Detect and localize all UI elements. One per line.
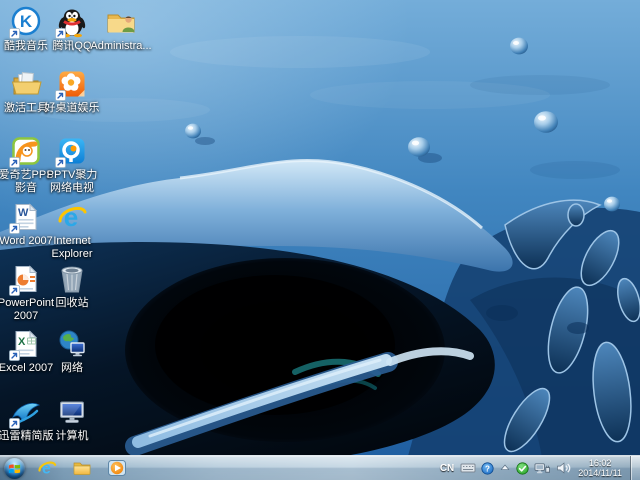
system-tray: CN ? [439,456,640,480]
taskbar-button-internet-explorer[interactable]: e [34,457,60,479]
folder-icon [72,458,92,478]
shortcut-arrow-icon [55,28,66,39]
icon-label: Internet Explorer [40,235,104,261]
svg-text:W: W [18,207,29,219]
taskbar-button-windows-explorer[interactable] [69,457,95,479]
internet-explorer-icon: e [56,201,88,233]
start-button[interactable] [4,458,25,479]
taskbar: e CN [0,455,640,480]
clock-date: 2014/11/11 [578,468,622,478]
show-desktop-button[interactable] [630,456,640,480]
clock-time: 16:02 [578,458,622,468]
folder-icon [10,68,42,100]
windows-flag-icon [7,461,22,476]
icon-label: 好桌道娱乐 [40,102,104,115]
icon-label: 回收站 [40,297,104,310]
show-hidden-icons-arrow[interactable] [499,462,511,474]
user-folder-icon [105,6,137,38]
clock[interactable]: 16:02 2014/11/11 [578,458,622,478]
network-globe-icon [56,328,88,360]
desktop-icon-computer[interactable]: 计算机 [40,396,104,443]
recycle-bin-icon [56,263,88,295]
speaker-volume-icon[interactable] [556,461,571,475]
svg-text:e: e [64,202,78,232]
desktop-icon-recycle-bin[interactable]: 回收站 [40,263,104,310]
shortcut-arrow-icon [55,157,66,168]
internet-explorer-icon: e [37,458,57,478]
windows7-desktop: K 酷我音乐 腾讯QQ Administra... [0,0,640,480]
shortcut-arrow-icon [9,350,20,361]
svg-text:K: K [20,12,33,31]
keyboard-icon[interactable] [460,460,476,476]
network-status-icon[interactable] [534,461,551,476]
icon-label: 计算机 [40,430,104,443]
shortcut-arrow-icon [9,223,20,234]
svg-text:?: ? [485,464,490,473]
icon-label: Administra... [89,40,153,53]
desktop-icon-administrator-folder[interactable]: Administra... [89,6,153,53]
security-check-icon[interactable] [516,462,529,475]
shortcut-arrow-icon [9,418,20,429]
desktop-icon-internet-explorer[interactable]: e Internet Explorer [40,201,104,261]
shortcut-arrow-icon [9,285,20,296]
ime-language-indicator[interactable]: CN [439,463,455,474]
help-question-icon[interactable]: ? [481,462,494,475]
media-player-icon [107,458,127,478]
desktop-icon-pptv[interactable]: PPTV聚力 网络电视 [40,135,104,195]
icon-label: 网络 [40,362,104,375]
shortcut-arrow-icon [9,157,20,168]
desktop-icon-haozhuodao[interactable]: 好桌道娱乐 [40,68,104,115]
computer-monitor-icon [56,396,88,428]
desktop-icon-network[interactable]: 网络 [40,328,104,375]
shortcut-arrow-icon [9,28,20,39]
icon-label: PPTV聚力 网络电视 [40,169,104,195]
shortcut-arrow-icon [55,90,66,101]
taskbar-button-windows-media-player[interactable] [104,457,130,479]
svg-text:X: X [18,336,26,348]
